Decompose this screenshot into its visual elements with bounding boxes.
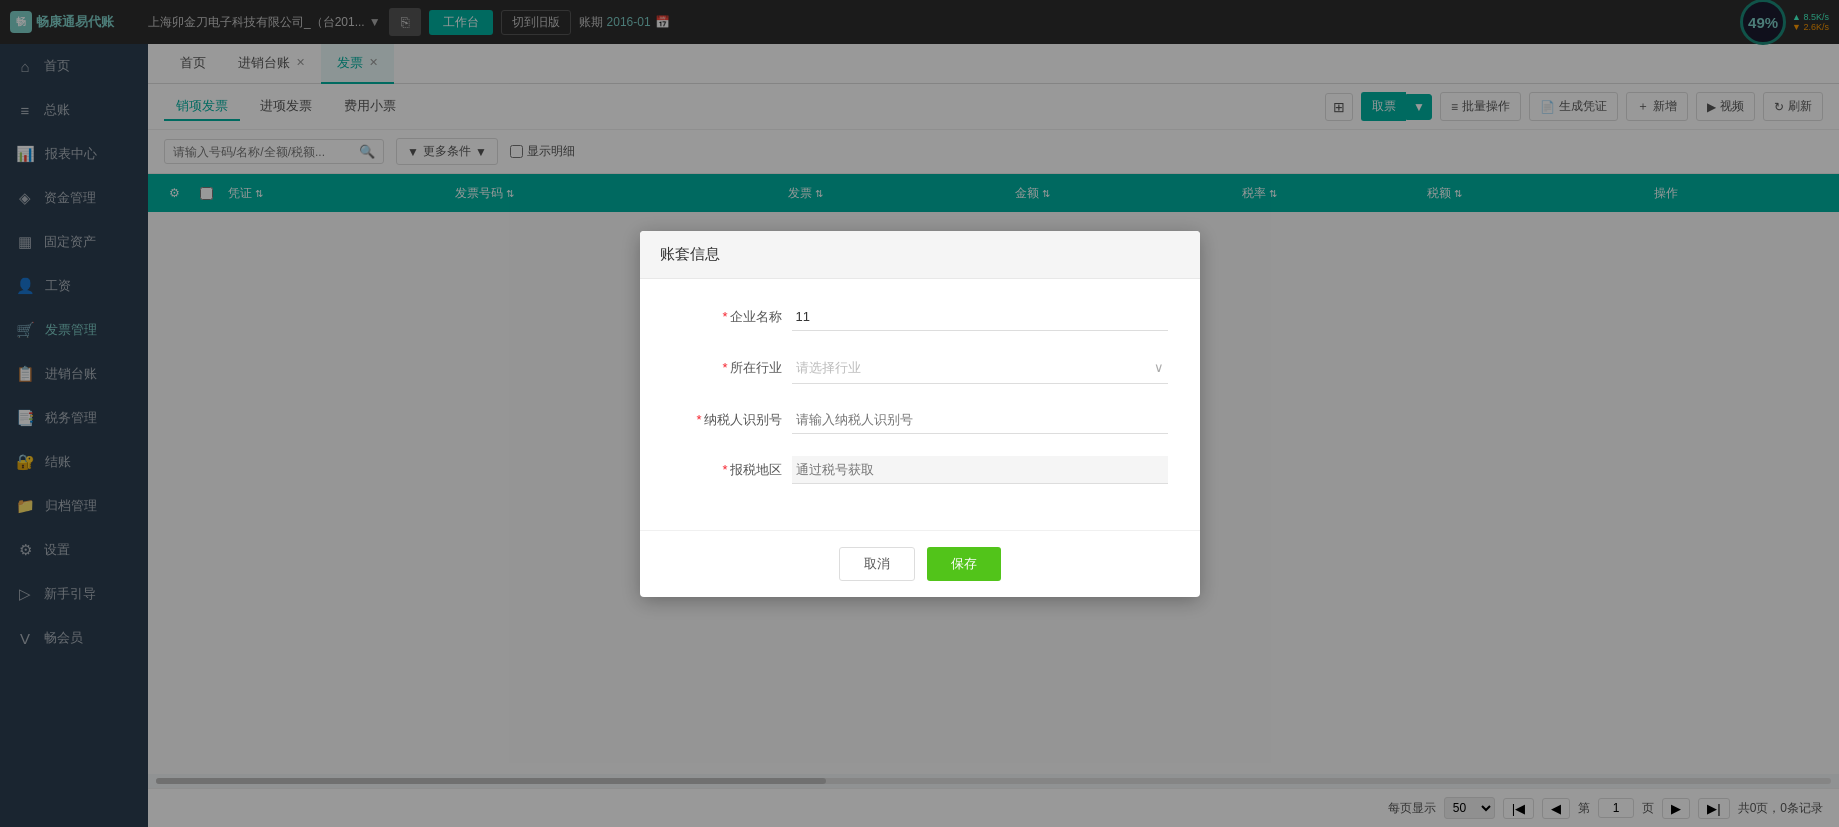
modal-title: 账套信息	[660, 245, 720, 262]
modal-footer: 取消 保存	[640, 530, 1200, 597]
account-info-modal: 账套信息 *企业名称 *所在行业 请选择行业 ∨	[640, 231, 1200, 597]
tax-region-field	[792, 456, 1168, 484]
tax-id-input[interactable]	[792, 406, 1168, 434]
company-name-input[interactable]	[792, 303, 1168, 331]
industry-field: 请选择行业 ∨	[792, 353, 1168, 384]
tax-region-label: *报税地区	[672, 461, 792, 479]
required-star: *	[722, 309, 727, 324]
form-row-industry: *所在行业 请选择行业 ∨	[672, 353, 1168, 384]
form-row-company-name: *企业名称	[672, 303, 1168, 331]
tax-region-input	[792, 456, 1168, 484]
form-row-tax-id: *纳税人识别号	[672, 406, 1168, 434]
cancel-button[interactable]: 取消	[839, 547, 915, 581]
industry-placeholder: 请选择行业	[796, 359, 861, 377]
save-button[interactable]: 保存	[927, 547, 1001, 581]
tax-id-label: *纳税人识别号	[672, 411, 792, 429]
modal-header: 账套信息	[640, 231, 1200, 279]
industry-dropdown-icon: ∨	[1154, 360, 1164, 375]
form-row-tax-region: *报税地区	[672, 456, 1168, 484]
modal-overlay[interactable]: 账套信息 *企业名称 *所在行业 请选择行业 ∨	[0, 0, 1839, 827]
required-star: *	[722, 360, 727, 375]
company-name-label: *企业名称	[672, 308, 792, 326]
tax-id-field	[792, 406, 1168, 434]
company-name-field	[792, 303, 1168, 331]
industry-label: *所在行业	[672, 359, 792, 377]
required-star: *	[722, 462, 727, 477]
industry-select[interactable]: 请选择行业 ∨	[792, 353, 1168, 384]
required-star: *	[696, 412, 701, 427]
modal-body: *企业名称 *所在行业 请选择行业 ∨	[640, 279, 1200, 530]
